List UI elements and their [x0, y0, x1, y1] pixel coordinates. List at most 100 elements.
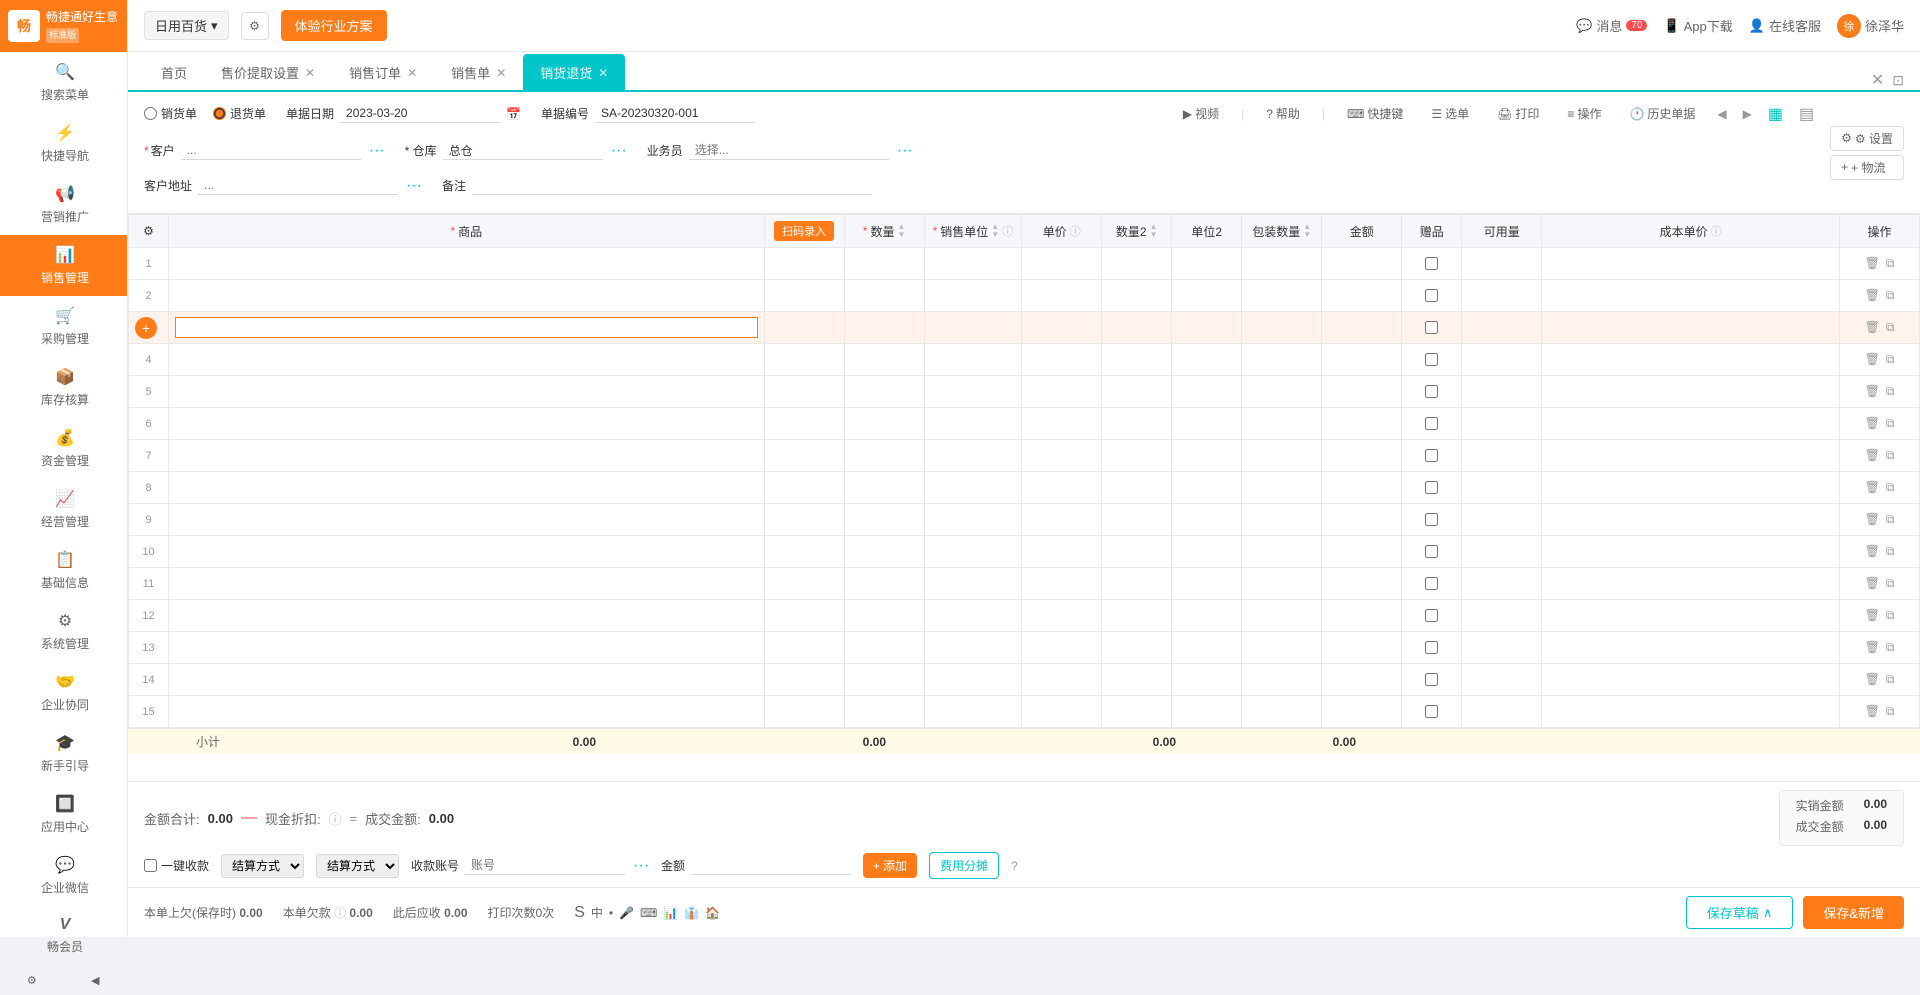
detail-view-icon[interactable]: ▤ [1799, 104, 1814, 124]
gift-checkbox[interactable] [1425, 257, 1438, 270]
sidebar-item-inventory[interactable]: 📦 库存核算 [0, 357, 127, 418]
tab-sales-return[interactable]: 销货退货 ✕ [523, 54, 625, 90]
delete-row-icon[interactable]: 🗑 [1865, 704, 1880, 718]
th-gear[interactable]: ⚙ [129, 215, 169, 248]
sidebar-item-app-center[interactable]: 🔲 应用中心 [0, 784, 127, 845]
copy-row-icon[interactable]: ⧉ [1886, 416, 1895, 430]
warehouse-input[interactable] [443, 141, 603, 160]
sidebar-item-enterprise[interactable]: 🤝 企业协同 [0, 662, 127, 723]
delete-row-icon[interactable]: 🗑 [1865, 384, 1880, 398]
credit-info-icon[interactable]: ⓘ [334, 906, 346, 920]
gift-checkbox[interactable] [1425, 289, 1438, 302]
customer-input[interactable] [181, 141, 361, 160]
delete-row-icon[interactable]: 🗑 [1865, 448, 1880, 462]
category-selector[interactable]: 日用百货 ▾ [144, 11, 229, 40]
nav-prev-icon[interactable]: ◀ [1717, 107, 1726, 121]
gift-checkbox[interactable] [1425, 705, 1438, 718]
sidebar-item-changjie-member[interactable]: V 畅会员 [0, 906, 127, 965]
experience-button[interactable]: 体验行业方案 [281, 10, 387, 41]
copy-row-icon[interactable]: ⧉ [1886, 352, 1895, 366]
gift-checkbox[interactable] [1425, 449, 1438, 462]
video-action[interactable]: ▶ 视频 [1177, 102, 1225, 125]
user-profile[interactable]: 徐 徐泽华 [1837, 14, 1904, 38]
save-draft-button[interactable]: 保存草稿 ∧ [1686, 896, 1794, 929]
gift-checkbox[interactable] [1425, 641, 1438, 654]
salesperson-dots-btn[interactable]: ··· [897, 142, 913, 160]
note-input[interactable] [472, 176, 872, 195]
unit-price-info-icon[interactable]: ⓘ [1070, 223, 1081, 239]
delete-row-icon[interactable]: 🗑 [1865, 608, 1880, 622]
gift-checkbox[interactable] [1425, 481, 1438, 494]
sidebar-item-purchase[interactable]: 🛒 采购管理 [0, 296, 127, 357]
logistics-button[interactable]: + + 物流 [1830, 155, 1904, 180]
cost-price-info-icon[interactable]: ⓘ [1711, 223, 1722, 239]
gift-checkbox[interactable] [1425, 417, 1438, 430]
copy-row-icon[interactable]: ⧉ [1886, 576, 1895, 590]
online-service-button[interactable]: 👤 在线客服 [1749, 16, 1821, 35]
account-dots-btn[interactable]: ··· [633, 857, 649, 875]
tab-price-settings[interactable]: 售价提取设置 ✕ [204, 54, 332, 90]
tab-close-price-settings[interactable]: ✕ [305, 66, 315, 80]
shortcut-action[interactable]: ⌨ 快捷键 [1341, 102, 1409, 125]
gift-checkbox[interactable] [1425, 513, 1438, 526]
payment-help-icon[interactable]: ? [1011, 859, 1018, 873]
copy-row-icon[interactable]: ⧉ [1886, 544, 1895, 558]
operation-action[interactable]: ≡ 操作 [1561, 102, 1607, 125]
tab-close-sales-return[interactable]: ✕ [598, 66, 608, 80]
delete-row-icon[interactable]: 🗑 [1865, 320, 1880, 334]
sidebar-item-basic-info[interactable]: 📋 基础信息 [0, 540, 127, 601]
nav-next-icon[interactable]: ▶ [1743, 107, 1752, 121]
delete-row-icon[interactable]: 🗑 [1865, 672, 1880, 686]
delete-row-icon[interactable]: 🗑 [1865, 544, 1880, 558]
delete-row-icon[interactable]: 🗑 [1865, 256, 1880, 270]
sidebar-settings-btn[interactable]: ⚙ [0, 966, 64, 995]
select-action[interactable]: ☰ 选单 [1425, 102, 1475, 125]
product-input-active[interactable] [175, 317, 758, 338]
delete-row-icon[interactable]: 🗑 [1865, 512, 1880, 526]
calc-method-select[interactable]: 结算方式 [316, 854, 399, 878]
settings-button[interactable]: ⚙ ⚙ 设置 [1830, 126, 1904, 151]
app-download-button[interactable]: 📱 App下载 [1663, 16, 1732, 35]
copy-row-icon[interactable]: ⧉ [1886, 512, 1895, 526]
th-scan[interactable]: 扫码录入 [764, 215, 844, 248]
gift-checkbox[interactable] [1425, 353, 1438, 366]
sales-unit-info-icon[interactable]: ⓘ [1002, 223, 1013, 239]
account-input[interactable] [465, 856, 625, 875]
sidebar-item-operations[interactable]: 📈 经营管理 [0, 479, 127, 540]
list-view-icon[interactable]: ▦ [1768, 104, 1783, 124]
add-payment-button[interactable]: + 添加 [863, 853, 917, 878]
table-gear-icon[interactable]: ⚙ [143, 224, 154, 238]
tab-sales-delivery[interactable]: 销售单 ✕ [434, 54, 523, 90]
warehouse-dots-btn[interactable]: ··· [611, 142, 627, 160]
delete-row-icon[interactable]: 🗑 [1865, 480, 1880, 494]
address-dots-btn[interactable]: ··· [406, 177, 422, 195]
sidebar-item-finance[interactable]: 💰 资金管理 [0, 418, 127, 479]
gift-checkbox[interactable] [1425, 609, 1438, 622]
delete-row-icon[interactable]: 🗑 [1865, 640, 1880, 654]
minus-icon[interactable]: — [241, 809, 257, 827]
one-click-payment-checkbox[interactable]: 一键收款 [144, 857, 209, 874]
doc-number-input[interactable] [595, 104, 755, 123]
delete-row-icon[interactable]: 🗑 [1865, 576, 1880, 590]
messages-button[interactable]: 💬 消息 70 [1576, 16, 1647, 35]
copy-row-icon[interactable]: ⧉ [1886, 384, 1895, 398]
gift-checkbox[interactable] [1425, 545, 1438, 558]
copy-row-icon[interactable]: ⧉ [1886, 288, 1895, 302]
discount-info-icon[interactable]: ⓘ [329, 809, 342, 828]
delete-row-icon[interactable]: 🗑 [1865, 352, 1880, 366]
sidebar-item-system[interactable]: ⚙ 系统管理 [0, 601, 127, 662]
expand-icon[interactable]: ⊡ [1892, 72, 1904, 89]
tab-close-sales-order[interactable]: ✕ [407, 66, 417, 80]
settle-method-select[interactable]: 结算方式 [221, 854, 304, 878]
expense-split-button[interactable]: 费用分摊 [929, 852, 999, 879]
gift-checkbox[interactable] [1425, 385, 1438, 398]
add-row-button[interactable]: + [135, 317, 157, 339]
address-input[interactable] [198, 176, 398, 195]
tab-close-sales-delivery[interactable]: ✕ [496, 66, 506, 80]
sidebar-item-sales[interactable]: 📊 销售管理 [0, 235, 127, 296]
copy-row-icon[interactable]: ⧉ [1886, 320, 1895, 334]
close-tab-icon[interactable]: ✕ [1871, 70, 1884, 90]
sidebar-collapse-btn[interactable]: ◀ [64, 966, 128, 995]
tab-home[interactable]: 首页 [144, 54, 204, 90]
calendar-icon[interactable]: 📅 [506, 107, 521, 121]
